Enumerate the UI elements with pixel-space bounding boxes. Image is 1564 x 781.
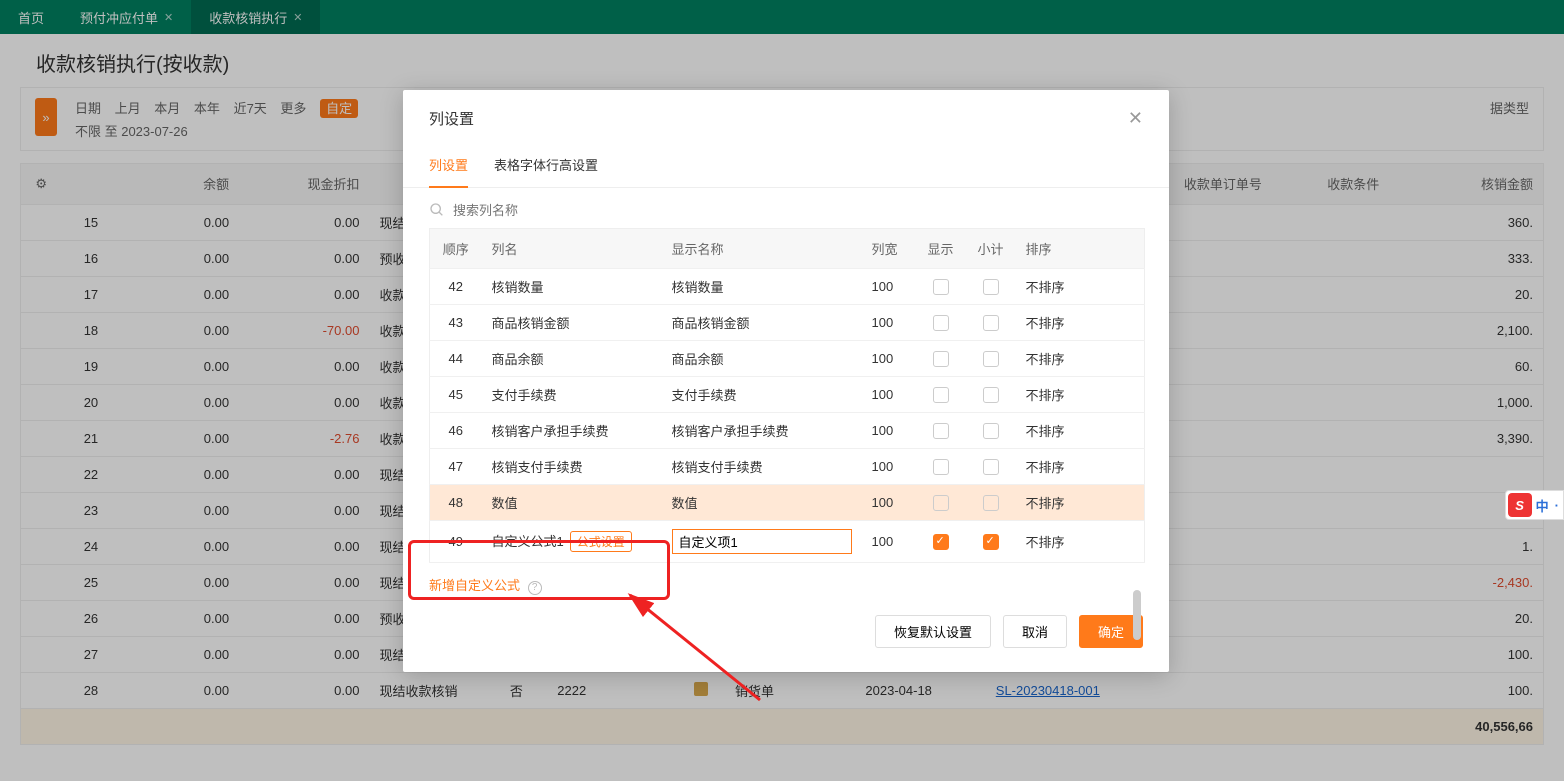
cell-dispname: 核销数量 bbox=[662, 269, 862, 305]
cell-dispname: 支付手续费 bbox=[662, 377, 862, 413]
subtotal-checkbox[interactable] bbox=[983, 387, 999, 403]
display-name-input[interactable] bbox=[672, 529, 852, 554]
cell-sort[interactable]: 不排序 bbox=[1016, 449, 1145, 485]
scrollbar-thumb[interactable] bbox=[1133, 590, 1141, 640]
show-checkbox[interactable] bbox=[933, 459, 949, 475]
h-sort: 排序 bbox=[1016, 229, 1145, 269]
h-seq: 顺序 bbox=[430, 229, 482, 269]
h-width: 列宽 bbox=[862, 229, 916, 269]
cell-seq: 47 bbox=[430, 449, 482, 485]
cell-seq: 48 bbox=[430, 485, 482, 521]
settings-row[interactable]: 49自定义公式1公式设置 100 不排序 bbox=[430, 521, 1145, 563]
h-sub: 小计 bbox=[966, 229, 1016, 269]
subtotal-checkbox[interactable] bbox=[983, 351, 999, 367]
settings-row[interactable]: 45支付手续费支付手续费100不排序 bbox=[430, 377, 1145, 413]
cell-width: 100 bbox=[862, 485, 916, 521]
search-icon bbox=[429, 202, 445, 218]
cell-sort[interactable]: 不排序 bbox=[1016, 341, 1145, 377]
show-checkbox[interactable] bbox=[933, 534, 949, 550]
cell-sort[interactable]: 不排序 bbox=[1016, 269, 1145, 305]
settings-row[interactable]: 47核销支付手续费核销支付手续费100不排序 bbox=[430, 449, 1145, 485]
h-name: 列名 bbox=[482, 229, 662, 269]
settings-row[interactable]: 48数值数值100不排序 bbox=[430, 485, 1145, 521]
cell-width: 100 bbox=[862, 377, 916, 413]
cell-width: 100 bbox=[862, 305, 916, 341]
subtotal-checkbox[interactable] bbox=[983, 279, 999, 295]
cell-dispname: 商品核销金额 bbox=[662, 305, 862, 341]
close-icon[interactable]: ✕ bbox=[1128, 108, 1143, 129]
subtotal-checkbox[interactable] bbox=[983, 423, 999, 439]
cell-dispname: 商品余额 bbox=[662, 341, 862, 377]
cell-sort[interactable]: 不排序 bbox=[1016, 413, 1145, 449]
show-checkbox[interactable] bbox=[933, 495, 949, 511]
cell-colname: 商品核销金额 bbox=[482, 305, 662, 341]
subtotal-checkbox[interactable] bbox=[983, 459, 999, 475]
search-row bbox=[403, 188, 1169, 224]
settings-row[interactable]: 42核销数量核销数量100不排序 bbox=[430, 269, 1145, 305]
show-checkbox[interactable] bbox=[933, 315, 949, 331]
cell-width: 100 bbox=[862, 413, 916, 449]
cell-sort[interactable]: 不排序 bbox=[1016, 485, 1145, 521]
cell-seq: 44 bbox=[430, 341, 482, 377]
subtotal-checkbox[interactable] bbox=[983, 315, 999, 331]
show-checkbox[interactable] bbox=[933, 351, 949, 367]
cell-width: 100 bbox=[862, 269, 916, 305]
subtotal-checkbox[interactable] bbox=[983, 495, 999, 511]
subtotal-checkbox[interactable] bbox=[983, 534, 999, 550]
settings-table: 顺序 列名 显示名称 列宽 显示 小计 排序 42核销数量核销数量100不排序4… bbox=[429, 228, 1145, 563]
cell-width: 100 bbox=[862, 449, 916, 485]
cell-colname: 数值 bbox=[482, 485, 662, 521]
show-checkbox[interactable] bbox=[933, 279, 949, 295]
help-icon[interactable]: ? bbox=[528, 581, 542, 595]
cell-colname: 自定义公式1公式设置 bbox=[482, 521, 662, 563]
cell-seq: 46 bbox=[430, 413, 482, 449]
cell-colname: 核销客户承担手续费 bbox=[482, 413, 662, 449]
cell-width: 100 bbox=[862, 521, 916, 563]
restore-default-button[interactable]: 恢复默认设置 bbox=[875, 615, 991, 648]
show-checkbox[interactable] bbox=[933, 423, 949, 439]
h-disp: 显示名称 bbox=[662, 229, 862, 269]
cell-dispname: 核销支付手续费 bbox=[662, 449, 862, 485]
cell-colname: 支付手续费 bbox=[482, 377, 662, 413]
settings-row[interactable]: 43商品核销金额商品核销金额100不排序 bbox=[430, 305, 1145, 341]
ime-mode: 中 bbox=[1536, 496, 1549, 515]
cell-seq: 45 bbox=[430, 377, 482, 413]
cell-seq: 42 bbox=[430, 269, 482, 305]
cell-sort[interactable]: 不排序 bbox=[1016, 521, 1145, 563]
cell-sort[interactable]: 不排序 bbox=[1016, 377, 1145, 413]
settings-row[interactable]: 46核销客户承担手续费核销客户承担手续费100不排序 bbox=[430, 413, 1145, 449]
tab-column-settings[interactable]: 列设置 bbox=[429, 145, 468, 188]
show-checkbox[interactable] bbox=[933, 387, 949, 403]
cell-dispname bbox=[662, 521, 862, 563]
ime-more-icon: · bbox=[1555, 498, 1559, 513]
tab-font-row-settings[interactable]: 表格字体行高设置 bbox=[494, 145, 598, 187]
add-formula-link[interactable]: 新增自定义公式 bbox=[429, 578, 520, 593]
cell-width: 100 bbox=[862, 341, 916, 377]
h-show: 显示 bbox=[916, 229, 966, 269]
cell-colname: 商品余额 bbox=[482, 341, 662, 377]
ime-logo: S bbox=[1508, 493, 1532, 517]
column-settings-modal: 列设置 ✕ 列设置 表格字体行高设置 顺序 列名 显示名称 列宽 显示 小计 排… bbox=[403, 90, 1169, 672]
cell-dispname: 核销客户承担手续费 bbox=[662, 413, 862, 449]
cell-sort[interactable]: 不排序 bbox=[1016, 305, 1145, 341]
cancel-button[interactable]: 取消 bbox=[1003, 615, 1067, 648]
cell-colname: 核销支付手续费 bbox=[482, 449, 662, 485]
ime-indicator[interactable]: S 中 · bbox=[1505, 490, 1564, 520]
cell-dispname: 数值 bbox=[662, 485, 862, 521]
cell-seq: 49 bbox=[430, 521, 482, 563]
formula-settings-button[interactable]: 公式设置 bbox=[570, 531, 632, 552]
settings-row[interactable]: 44商品余额商品余额100不排序 bbox=[430, 341, 1145, 377]
modal-title: 列设置 bbox=[429, 108, 474, 129]
search-input[interactable] bbox=[453, 203, 1143, 218]
cell-colname: 核销数量 bbox=[482, 269, 662, 305]
cell-seq: 43 bbox=[430, 305, 482, 341]
